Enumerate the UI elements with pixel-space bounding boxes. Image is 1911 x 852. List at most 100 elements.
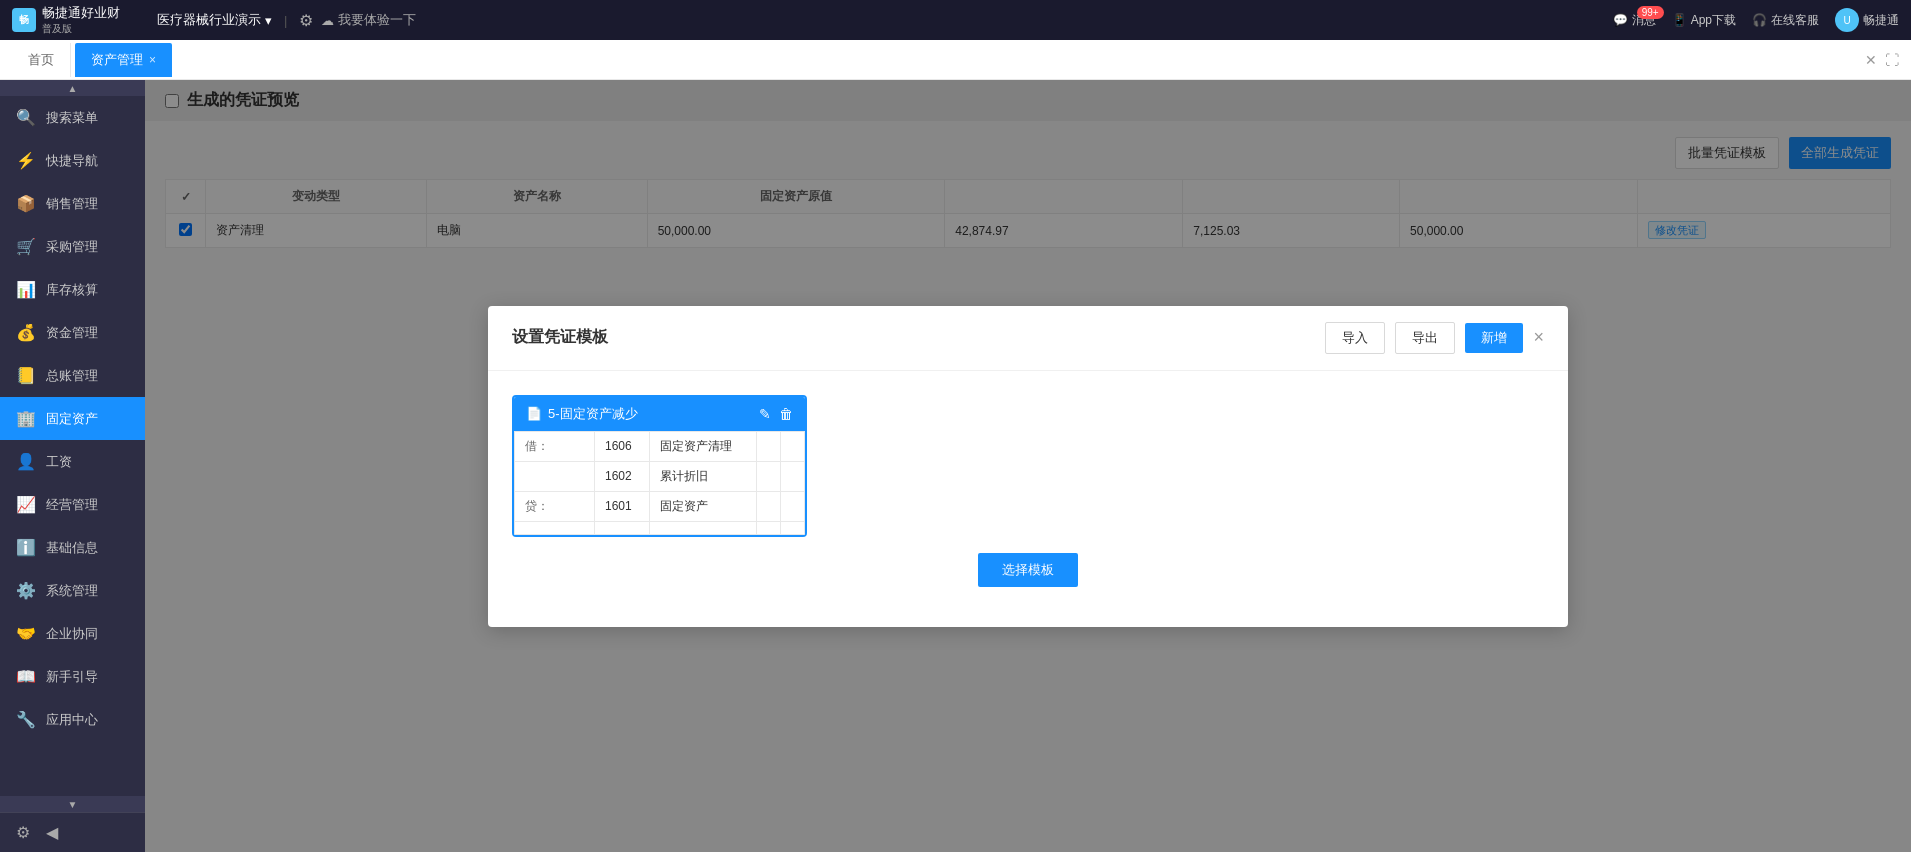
sidebar-label-basic-info: 基础信息	[46, 539, 98, 557]
sidebar-settings-icon[interactable]: ⚙	[16, 823, 30, 842]
username: 畅捷通	[1863, 12, 1899, 29]
template-card-header: 📄 5-固定资产减少 ✎ 🗑	[514, 397, 805, 431]
experience-label: 我要体验一下	[338, 11, 416, 29]
operations-icon: 📈	[16, 495, 36, 514]
sidebar-collapse-icon[interactable]: ◀	[46, 823, 58, 842]
search-icon: 🔍	[16, 108, 36, 127]
scroll-up-btn[interactable]: ▲	[0, 80, 145, 96]
online-service-label: 在线客服	[1771, 12, 1819, 29]
template-inner-table: 借： 1606 固定资产清理 1602	[514, 431, 805, 535]
sidebar-item-payroll[interactable]: 👤 工资	[0, 440, 145, 483]
window-maximize-icon[interactable]: ⛶	[1885, 52, 1899, 68]
tab-bar-right: ✕ ⛶	[1865, 52, 1899, 68]
sidebar-label-purchase: 采购管理	[46, 238, 98, 256]
content-area: 生成的凭证预览 批量凭证模板 全部生成凭证 ✓ 变动类型 资产名称	[145, 80, 1911, 852]
template-row-debit2: 1602 累计折旧	[515, 461, 805, 491]
purchase-icon: 🛒	[16, 237, 36, 256]
sidebar-item-purchase[interactable]: 🛒 采购管理	[0, 225, 145, 268]
template-footer: 选择模板	[512, 537, 1544, 603]
app-download-btn[interactable]: 📱 App下载	[1672, 12, 1736, 29]
import-button[interactable]: 导入	[1325, 322, 1385, 354]
template-delete-icon[interactable]: 🗑	[779, 406, 793, 422]
tab-home[interactable]: 首页	[12, 43, 71, 77]
sidebar-label-capital: 资金管理	[46, 324, 98, 342]
phone-icon: 📱	[1672, 13, 1687, 27]
tab-close-icon[interactable]: ×	[149, 53, 156, 67]
debit-label-1: 借：	[515, 431, 595, 461]
sidebar-label-sales: 销售管理	[46, 195, 98, 213]
fixed-assets-icon: 🏢	[16, 409, 36, 428]
credit-empty-2	[780, 491, 804, 521]
logo: 畅 畅捷通好业财 普及版	[12, 4, 157, 36]
experience-button[interactable]: ☁ 我要体验一下	[321, 11, 416, 29]
sidebar-item-search[interactable]: 🔍 搜索菜单	[0, 96, 145, 139]
template-edit-icon[interactable]: ✎	[759, 406, 771, 422]
template-row-empty	[515, 521, 805, 534]
debit-empty-2	[780, 431, 804, 461]
message-icon: 💬	[1613, 13, 1628, 27]
debit-name-2: 累计折旧	[649, 461, 756, 491]
sidebar-item-cooperation[interactable]: 🤝 企业协同	[0, 612, 145, 655]
new-button[interactable]: 新增	[1465, 323, 1523, 353]
sidebar-item-capital[interactable]: 💰 资金管理	[0, 311, 145, 354]
sales-icon: 📦	[16, 194, 36, 213]
sidebar-item-sales[interactable]: 📦 销售管理	[0, 182, 145, 225]
tab-label: 资产管理	[91, 51, 143, 69]
sidebar-item-operations[interactable]: 📈 经营管理	[0, 483, 145, 526]
credit-code-1: 1601	[595, 491, 650, 521]
template-row-credit1: 贷： 1601 固定资产	[515, 491, 805, 521]
sidebar-item-basic-info[interactable]: ℹ️ 基础信息	[0, 526, 145, 569]
sidebar-scroll: 🔍 搜索菜单 ⚡ 快捷导航 📦 销售管理 🛒 采购管理 📊 库存核算	[0, 96, 145, 796]
app-download-label: App下载	[1691, 12, 1736, 29]
company-name: 医疗器械行业演示	[157, 11, 261, 29]
select-template-button[interactable]: 选择模板	[978, 553, 1078, 587]
sidebar-item-ledger[interactable]: 📒 总账管理	[0, 354, 145, 397]
tab-bar: 首页 资产管理 × ✕ ⛶	[0, 40, 1911, 80]
debit-name-1: 固定资产清理	[649, 431, 756, 461]
sidebar-item-app-center[interactable]: 🔧 应用中心	[0, 698, 145, 741]
sidebar-label-cooperation: 企业协同	[46, 625, 98, 643]
credit-name-1: 固定资产	[649, 491, 756, 521]
sidebar-item-system[interactable]: ⚙️ 系统管理	[0, 569, 145, 612]
company-selector[interactable]: 医疗器械行业演示 ▾	[157, 11, 272, 29]
debit-empty-4	[780, 461, 804, 491]
debit-label-2	[515, 461, 595, 491]
cloud-icon: ☁	[321, 13, 334, 28]
window-minimize-icon[interactable]: ✕	[1865, 52, 1877, 68]
credit-label-1: 贷：	[515, 491, 595, 521]
ledger-icon: 📒	[16, 366, 36, 385]
tab-asset-management[interactable]: 资产管理 ×	[75, 43, 172, 77]
debit-empty-3	[756, 461, 780, 491]
sidebar-item-inventory[interactable]: 📊 库存核算	[0, 268, 145, 311]
template-card: 📄 5-固定资产减少 ✎ 🗑	[512, 395, 807, 537]
debit-empty-1	[756, 431, 780, 461]
chevron-up-icon: ▲	[68, 83, 78, 94]
sidebar-item-guide[interactable]: 📖 新手引导	[0, 655, 145, 698]
scroll-down-btn[interactable]: ▼	[0, 796, 145, 812]
export-button[interactable]: 导出	[1395, 322, 1455, 354]
modal-set-voucher-template: 设置凭证模板 导入 导出 新增 ×	[488, 306, 1568, 627]
empty-cell-5	[780, 521, 804, 534]
messages-btn[interactable]: 💬 消息 99+	[1613, 12, 1656, 29]
guide-icon: 📖	[16, 667, 36, 686]
modal-header: 设置凭证模板 导入 导出 新增 ×	[488, 306, 1568, 371]
user-profile-btn[interactable]: U 畅捷通	[1835, 8, 1899, 32]
chevron-down-icon: ▼	[68, 799, 78, 810]
sidebar-item-fixed-assets[interactable]: 🏢 固定资产	[0, 397, 145, 440]
empty-cell-3	[649, 521, 756, 534]
system-icon: ⚙️	[16, 581, 36, 600]
modal-overlay[interactable]: 设置凭证模板 导入 导出 新增 ×	[145, 80, 1911, 852]
settings-icon[interactable]: ⚙	[299, 11, 313, 30]
sidebar-label-ledger: 总账管理	[46, 367, 98, 385]
debit-code-1: 1606	[595, 431, 650, 461]
empty-cell-1	[515, 521, 595, 534]
modal-close-button[interactable]: ×	[1533, 327, 1544, 348]
service-icon: 🎧	[1752, 13, 1767, 27]
modal-body: 📄 5-固定资产减少 ✎ 🗑	[488, 371, 1568, 627]
debit-code-2: 1602	[595, 461, 650, 491]
sidebar-item-quick-nav[interactable]: ⚡ 快捷导航	[0, 139, 145, 182]
online-service-btn[interactable]: 🎧 在线客服	[1752, 12, 1819, 29]
logo-icon: 畅	[12, 8, 36, 32]
app-center-icon: 🔧	[16, 710, 36, 729]
template-card-header-left: 📄 5-固定资产减少	[526, 405, 638, 423]
